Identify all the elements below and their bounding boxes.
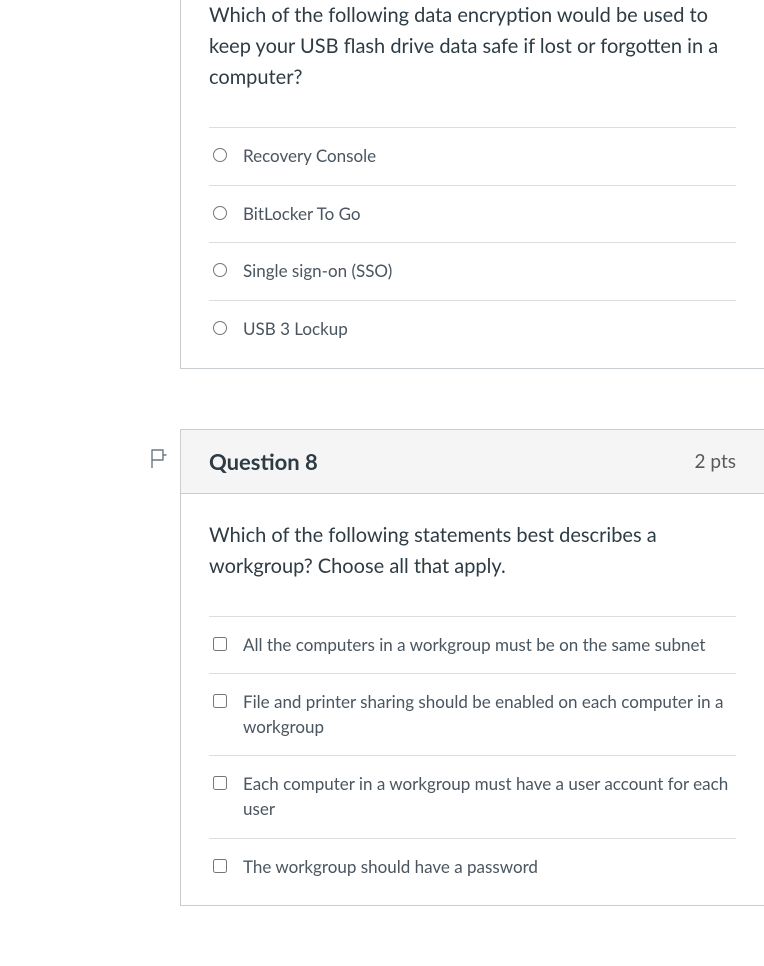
radio-input[interactable] <box>213 321 227 335</box>
question-points: 2 pts <box>695 450 736 473</box>
answer-option[interactable]: Each computer in a workgroup must have a… <box>209 756 736 838</box>
answer-label: USB 3 Lockup <box>243 317 348 342</box>
checkbox-input[interactable] <box>213 637 227 651</box>
answer-label: The workgroup should have a password <box>243 855 538 880</box>
answer-option[interactable]: USB 3 Lockup <box>209 301 736 358</box>
answer-option[interactable]: Recovery Console <box>209 128 736 186</box>
radio-input[interactable] <box>213 148 227 162</box>
answer-label: All the computers in a workgroup must be… <box>243 633 705 658</box>
answer-label: Recovery Console <box>243 144 376 169</box>
answer-option[interactable]: File and printer sharing should be enabl… <box>209 674 736 756</box>
answer-option[interactable]: Single sign-on (SSO) <box>209 243 736 301</box>
answer-option[interactable]: BitLocker To Go <box>209 186 736 244</box>
question-header: Question 8 2 pts <box>181 430 764 494</box>
answer-label: File and printer sharing should be enabl… <box>243 690 732 739</box>
flag-icon[interactable] <box>149 448 167 474</box>
checkbox-input[interactable] <box>213 694 227 708</box>
answer-label: Each computer in a workgroup must have a… <box>243 772 732 821</box>
question-card-7: Which of the following data encryption w… <box>180 0 764 369</box>
checkbox-input[interactable] <box>213 776 227 790</box>
question-card-8: Question 8 2 pts Which of the following … <box>180 429 764 907</box>
answer-list: All the computers in a workgroup must be… <box>209 616 736 896</box>
question-prompt: Which of the following data encryption w… <box>209 0 736 93</box>
question-body: Which of the following statements best d… <box>181 494 764 906</box>
answer-list: Recovery Console BitLocker To Go Single … <box>209 127 736 358</box>
answer-label: Single sign-on (SSO) <box>243 259 392 284</box>
question-title: Question 8 <box>209 448 318 475</box>
radio-input[interactable] <box>213 263 227 277</box>
question-prompt: Which of the following statements best d… <box>209 520 736 582</box>
question-body: Which of the following data encryption w… <box>181 0 764 368</box>
answer-label: BitLocker To Go <box>243 202 361 227</box>
checkbox-input[interactable] <box>213 859 227 873</box>
answer-option[interactable]: All the computers in a workgroup must be… <box>209 617 736 675</box>
answer-option[interactable]: The workgroup should have a password <box>209 839 736 896</box>
radio-input[interactable] <box>213 206 227 220</box>
